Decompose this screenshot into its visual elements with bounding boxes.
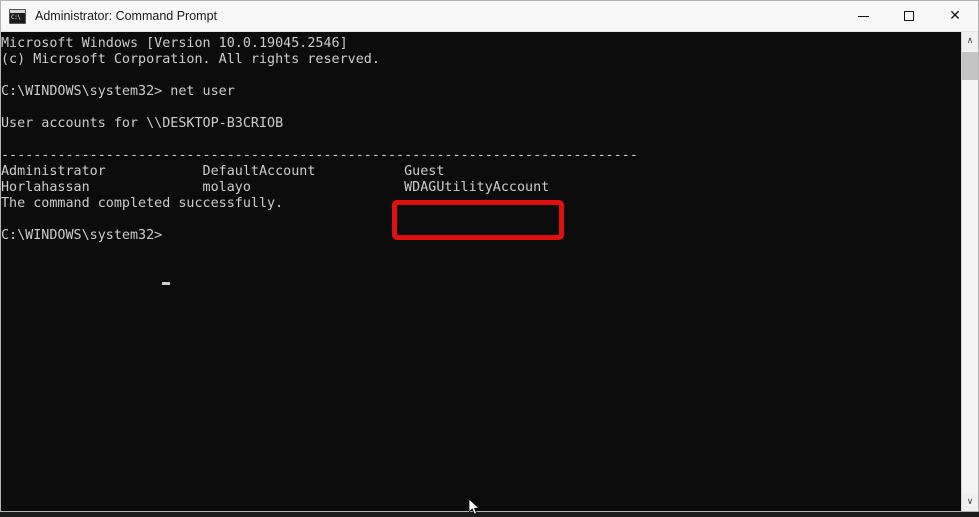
title-bar[interactable]: Administrator: Command Prompt ✕ xyxy=(1,1,978,32)
console-text: Microsoft Windows [Version 10.0.19045.25… xyxy=(1,36,638,243)
title-bar-left: Administrator: Command Prompt xyxy=(1,8,218,24)
maximize-button[interactable] xyxy=(886,1,932,31)
window-controls: ✕ xyxy=(840,1,978,31)
scrollbar-track[interactable] xyxy=(962,50,978,493)
vertical-scrollbar[interactable]: ∧ ∨ xyxy=(961,32,978,511)
maximize-icon xyxy=(904,11,914,21)
command-prompt-window: Administrator: Command Prompt ✕ Microsof… xyxy=(0,0,979,515)
close-button[interactable]: ✕ xyxy=(932,1,978,31)
scroll-up-button[interactable]: ∧ xyxy=(962,32,978,50)
window-body: Microsoft Windows [Version 10.0.19045.25… xyxy=(1,32,978,511)
text-cursor xyxy=(162,282,170,285)
command-prompt-icon xyxy=(9,8,26,24)
window-title: Administrator: Command Prompt xyxy=(35,9,218,23)
scrollbar-thumb[interactable] xyxy=(962,52,978,80)
console-output-area[interactable]: Microsoft Windows [Version 10.0.19045.25… xyxy=(1,32,961,511)
close-icon: ✕ xyxy=(949,8,961,24)
minimize-icon xyxy=(857,15,869,17)
scroll-down-button[interactable]: ∨ xyxy=(962,493,978,511)
minimize-button[interactable] xyxy=(840,1,886,31)
